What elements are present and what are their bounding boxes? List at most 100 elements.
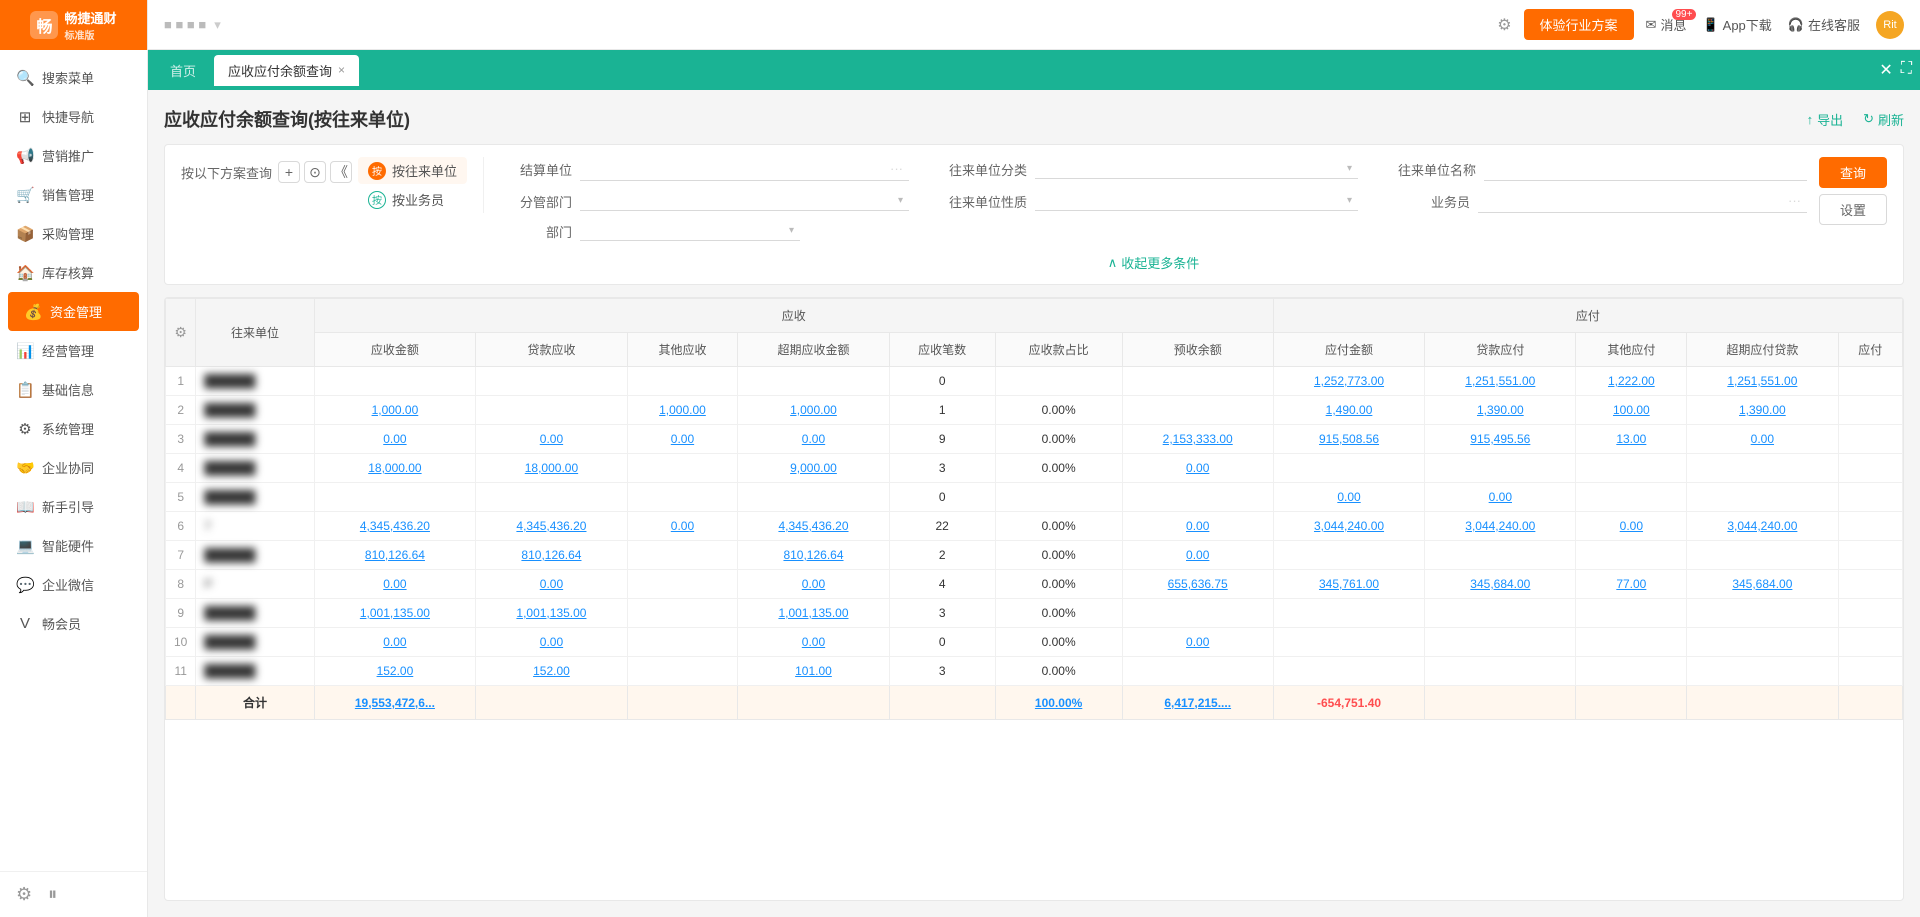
sidebar-item-search[interactable]: 🔍搜索菜单	[0, 58, 147, 97]
sidebar-item-label: 基础信息	[42, 380, 94, 399]
arrow-scheme-button[interactable]: 《	[330, 161, 352, 183]
partner-name-input[interactable]	[1484, 157, 1807, 181]
set-button[interactable]: 设置	[1819, 194, 1887, 225]
table-row: 2 ██████ 1,000.00 1,000.00 1,000.00 1 0.…	[166, 396, 1903, 425]
sidebar-item-sales[interactable]: 🛒 销售管理	[0, 175, 147, 214]
col-ap-loan: 贷款应付	[1425, 333, 1576, 367]
tab-home[interactable]: 首页	[156, 55, 210, 86]
partner-nature-select[interactable]: ▾	[1035, 191, 1358, 211]
page-title: 应收应付余额查询(按往来单位)	[164, 106, 410, 132]
col-settings[interactable]: ⚙	[166, 299, 196, 367]
tab-close-icon[interactable]: ×	[338, 63, 345, 77]
dept-select[interactable]: ▾	[580, 191, 909, 211]
purchase-icon: 📦	[16, 225, 34, 243]
scheme-item-partner[interactable]: 按 按往来单位	[358, 157, 467, 184]
settings-icon[interactable]: ⚙	[16, 884, 32, 905]
scheme-salesman-icon: 按	[368, 191, 386, 209]
sidebar-item-member[interactable]: V畅会员	[0, 604, 147, 643]
sidebar-item-label: 搜索菜单	[42, 68, 94, 87]
sidebar-item-system[interactable]: ⚙系统管理	[0, 409, 147, 448]
user-avatar[interactable]: Rit	[1876, 11, 1904, 39]
collapse-icon[interactable]: ⏸	[48, 884, 57, 905]
sidebar-logo: 畅 畅捷通财 标准版	[0, 0, 147, 50]
sidebar-nav: 🔍搜索菜单⊞快捷导航📢营销推广 🛒 销售管理 📦采购管理 🏠 库存核算 💰资金管理📊经营管理…	[0, 50, 147, 871]
sidebar-item-label: 企业微信	[42, 575, 94, 594]
tab-expand-icon[interactable]: ⛶	[1901, 60, 1912, 80]
filter-field-partner-category: 往来单位分类 ▾	[949, 159, 1358, 179]
filter-row-2: 分管部门 ▾ 往来单位性质	[500, 189, 1807, 213]
quick-icon: ⊞	[16, 108, 34, 126]
corp-icon: 🤝	[16, 459, 34, 477]
logo-name: 畅捷通财	[64, 8, 116, 27]
filter-collapse[interactable]: ∧ 收起更多条件	[500, 249, 1807, 272]
refresh-button[interactable]: ↻ 刷新	[1863, 110, 1904, 129]
sidebar-item-label: 新手引导	[42, 497, 94, 516]
table-row: 9 ██████ 1,001,135.00 1,001,135.00 1,001…	[166, 599, 1903, 628]
sidebar-item-label: 库存核算	[42, 263, 94, 282]
sidebar-item-purchase[interactable]: 📦采购管理	[0, 214, 147, 253]
department-select[interactable]: ▾	[580, 221, 800, 241]
edit-scheme-button[interactable]: ⊙	[304, 161, 326, 183]
sidebar-item-base[interactable]: 📋基础信息	[0, 370, 147, 409]
col-ar-count: 应收笔数	[889, 333, 995, 367]
settlement-input[interactable]: ···	[580, 157, 909, 181]
sidebar-item-guide[interactable]: 📖新手引导	[0, 487, 147, 526]
table-row: 7 ██████ 810,126.64 810,126.64 810,126.6…	[166, 541, 1903, 570]
footer-ar-ratio[interactable]: 100.00%	[995, 686, 1122, 720]
table-header-group: ⚙ 往来单位 应收 应付	[166, 299, 1903, 333]
main-content: 应收应付余额查询(按往来单位) ↑ 导出 ↻ 刷新 按以下方案查询 +	[148, 90, 1920, 917]
sales-icon: 🛒	[16, 186, 34, 204]
sidebar-item-wechat[interactable]: 💬企业微信	[0, 565, 147, 604]
hardware-icon: 💻	[16, 537, 34, 555]
sidebar-item-inventory[interactable]: 🏠 库存核算	[0, 253, 147, 292]
footer-label: 合计	[196, 686, 314, 720]
salesman-input[interactable]: ···	[1478, 189, 1807, 213]
col-ap-extra: 应付	[1838, 333, 1902, 367]
footer-ar-advance[interactable]: 6,417,215....	[1122, 686, 1273, 720]
inventory-icon: 🏠	[16, 264, 34, 282]
message-button[interactable]: ✉ 消息 99+	[1646, 15, 1687, 34]
sidebar-item-hardware[interactable]: 💻智能硬件	[0, 526, 147, 565]
table-footer-row: 合计 19,553,472,6... 100.00% 6,417,215....…	[166, 686, 1903, 720]
col-ap-amount: 应付金额	[1273, 333, 1424, 367]
topbar-gear-icon[interactable]: ⚙	[1497, 15, 1511, 35]
query-button[interactable]: 查询	[1819, 157, 1887, 188]
sidebar-item-label: 经营管理	[42, 341, 94, 360]
system-icon: ⚙	[16, 420, 34, 438]
filter-field-settlement: 结算单位 ···	[500, 157, 909, 181]
export-button[interactable]: ↑ 导出	[1807, 110, 1844, 129]
scheme-partner-icon: 按	[368, 162, 386, 180]
sidebar-item-finance[interactable]: 💰资金管理	[8, 292, 139, 331]
add-scheme-button[interactable]: +	[278, 161, 300, 183]
footer-ar-total[interactable]: 19,553,472,6...	[314, 686, 476, 720]
sidebar-item-quick[interactable]: ⊞快捷导航	[0, 97, 147, 136]
partner-category-select[interactable]: ▾	[1035, 159, 1358, 179]
tab-query[interactable]: 应收应付余额查询 ×	[214, 55, 359, 86]
query-buttons: 查询 设置	[1819, 157, 1887, 225]
filter-field-dept: 分管部门 ▾	[500, 191, 909, 211]
data-table-container: ⚙ 往来单位 应收 应付 应收金额 贷款应收 其他应收 超期应收金额 应收笔数 …	[164, 297, 1904, 901]
app-download-button[interactable]: 📱 App下载	[1702, 15, 1771, 34]
sidebar-item-label: 销售管理	[42, 185, 94, 204]
sidebar-item-label: 企业协同	[42, 458, 94, 477]
table-row: 11 ██████ 152.00 152.00 101.00 3 0.00%	[166, 657, 1903, 686]
finance-icon: 💰	[24, 303, 42, 321]
page-content: 应收应付余额查询(按往来单位) ↑ 导出 ↻ 刷新 按以下方案查询 +	[148, 90, 1920, 917]
sidebar-item-corp[interactable]: 🤝 企业协同	[0, 448, 147, 487]
filter-field-partner-name: 往来单位名称	[1398, 157, 1807, 181]
scheme-item-salesman[interactable]: 按 按业务员	[358, 186, 467, 213]
filter-field-partner-nature: 往来单位性质 ▾	[949, 191, 1358, 211]
filter-scheme-label: 按以下方案查询	[181, 157, 272, 182]
promo-button[interactable]: 体验行业方案	[1524, 9, 1634, 40]
tab-close-window-icon[interactable]: ✕	[1879, 60, 1892, 80]
sidebar-item-marketing[interactable]: 📢营销推广	[0, 136, 147, 175]
filter-field-salesman: 业务员 ···	[1398, 189, 1807, 213]
table-footer: 合计 19,553,472,6... 100.00% 6,417,215....…	[166, 686, 1903, 720]
table-row: 1 ██████ 0 1,252,773.00 1,251,551.00 1,2…	[166, 367, 1903, 396]
table-row: 3 ██████ 0.00 0.00 0.00 0.00 9 0.00% 2,1…	[166, 425, 1903, 454]
sidebar-item-operation[interactable]: 📊经营管理	[0, 331, 147, 370]
footer-ap-total: -654,751.40	[1273, 686, 1424, 720]
customer-service-button[interactable]: 🎧 在线客服	[1788, 15, 1860, 34]
page-header: 应收应付余额查询(按往来单位) ↑ 导出 ↻ 刷新	[164, 106, 1904, 132]
col-ar-loan: 贷款应收	[476, 333, 627, 367]
